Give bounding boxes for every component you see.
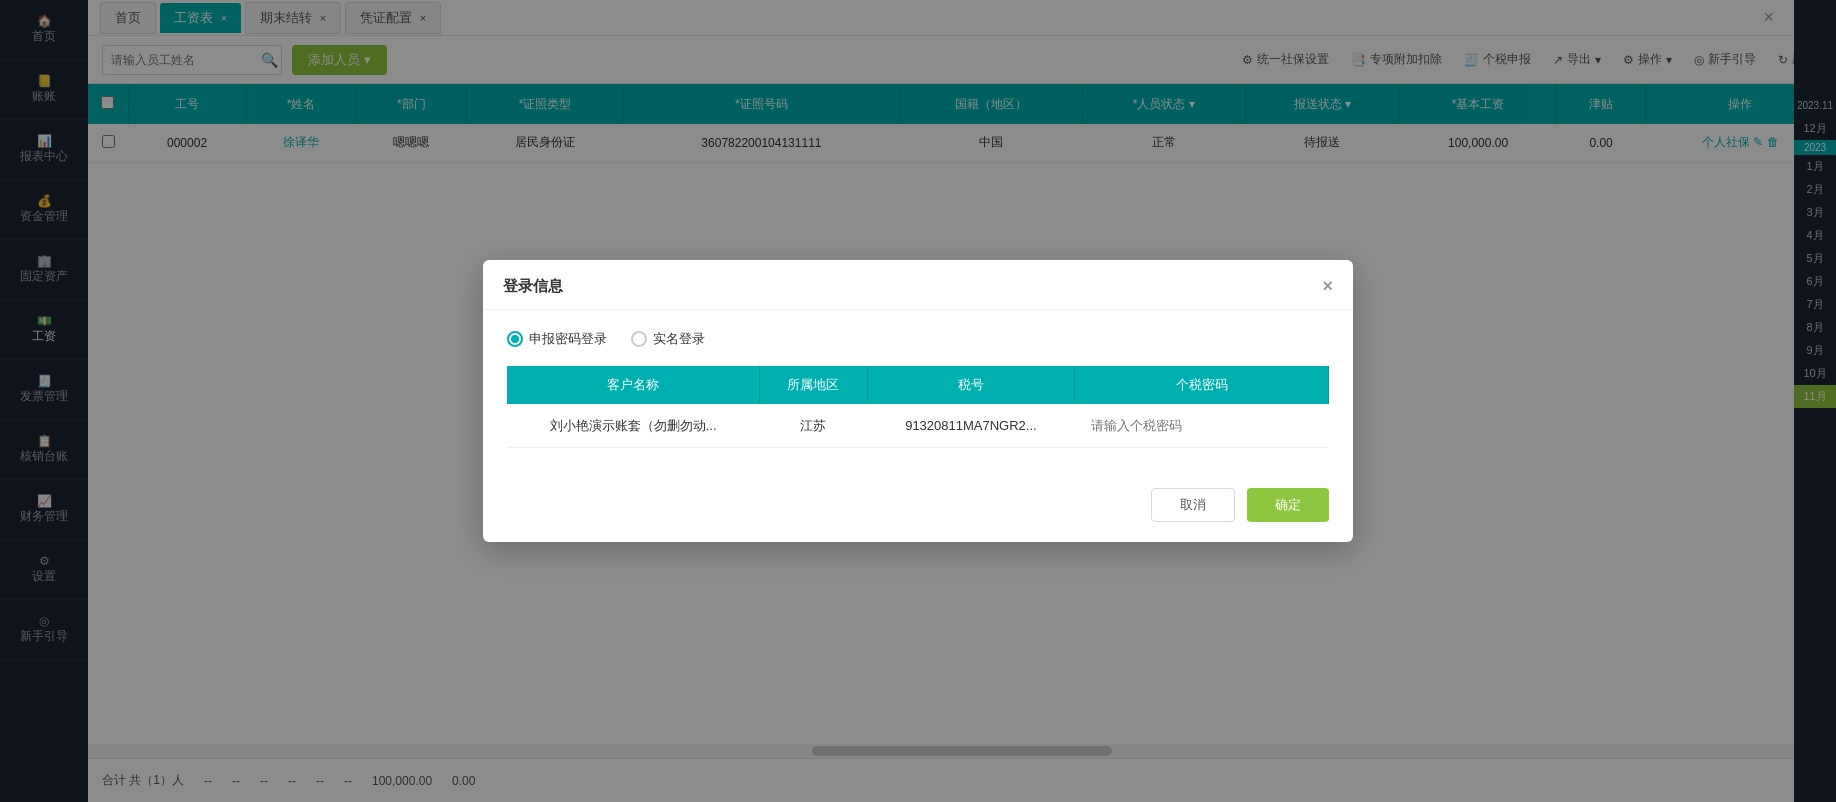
dialog-header: 登录信息 × <box>483 260 1353 310</box>
dialog-overlay: 登录信息 × 申报密码登录 实名登录 客户名称 所属 <box>0 0 1836 802</box>
dialog-body: 申报密码登录 实名登录 客户名称 所属地区 税号 个税密码 <box>483 310 1353 473</box>
dialog-col-client: 客户名称 <box>507 366 759 404</box>
tax-password-input[interactable] <box>1091 418 1313 433</box>
password-cell[interactable] <box>1075 404 1329 448</box>
dialog-table-row: 刘小艳演示账套（勿删勿动... 江苏 91320811MA7NGR2... <box>507 404 1329 448</box>
dialog-title: 登录信息 <box>503 277 563 296</box>
dialog-col-region: 所属地区 <box>759 366 867 404</box>
dialog-footer: 取消 确定 <box>483 472 1353 542</box>
client-name-cell: 刘小艳演示账套（勿删勿动... <box>507 404 759 448</box>
login-type-radio-group: 申报密码登录 实名登录 <box>507 330 1329 348</box>
cancel-button[interactable]: 取消 <box>1151 488 1235 522</box>
radio-realname-circle <box>631 331 647 347</box>
taxno-cell: 91320811MA7NGR2... <box>867 404 1075 448</box>
confirm-button[interactable]: 确定 <box>1247 488 1329 522</box>
radio-password-circle <box>507 331 523 347</box>
region-cell: 江苏 <box>759 404 867 448</box>
dialog-col-taxno: 税号 <box>867 366 1075 404</box>
dialog-close-btn[interactable]: × <box>1322 276 1333 297</box>
login-dialog: 登录信息 × 申报密码登录 实名登录 客户名称 所属 <box>483 260 1353 543</box>
radio-password-login[interactable]: 申报密码登录 <box>507 330 607 348</box>
login-client-table: 客户名称 所属地区 税号 个税密码 刘小艳演示账套（勿删勿动... 江苏 913… <box>507 366 1329 449</box>
radio-realname-login[interactable]: 实名登录 <box>631 330 705 348</box>
dialog-col-password: 个税密码 <box>1075 366 1329 404</box>
